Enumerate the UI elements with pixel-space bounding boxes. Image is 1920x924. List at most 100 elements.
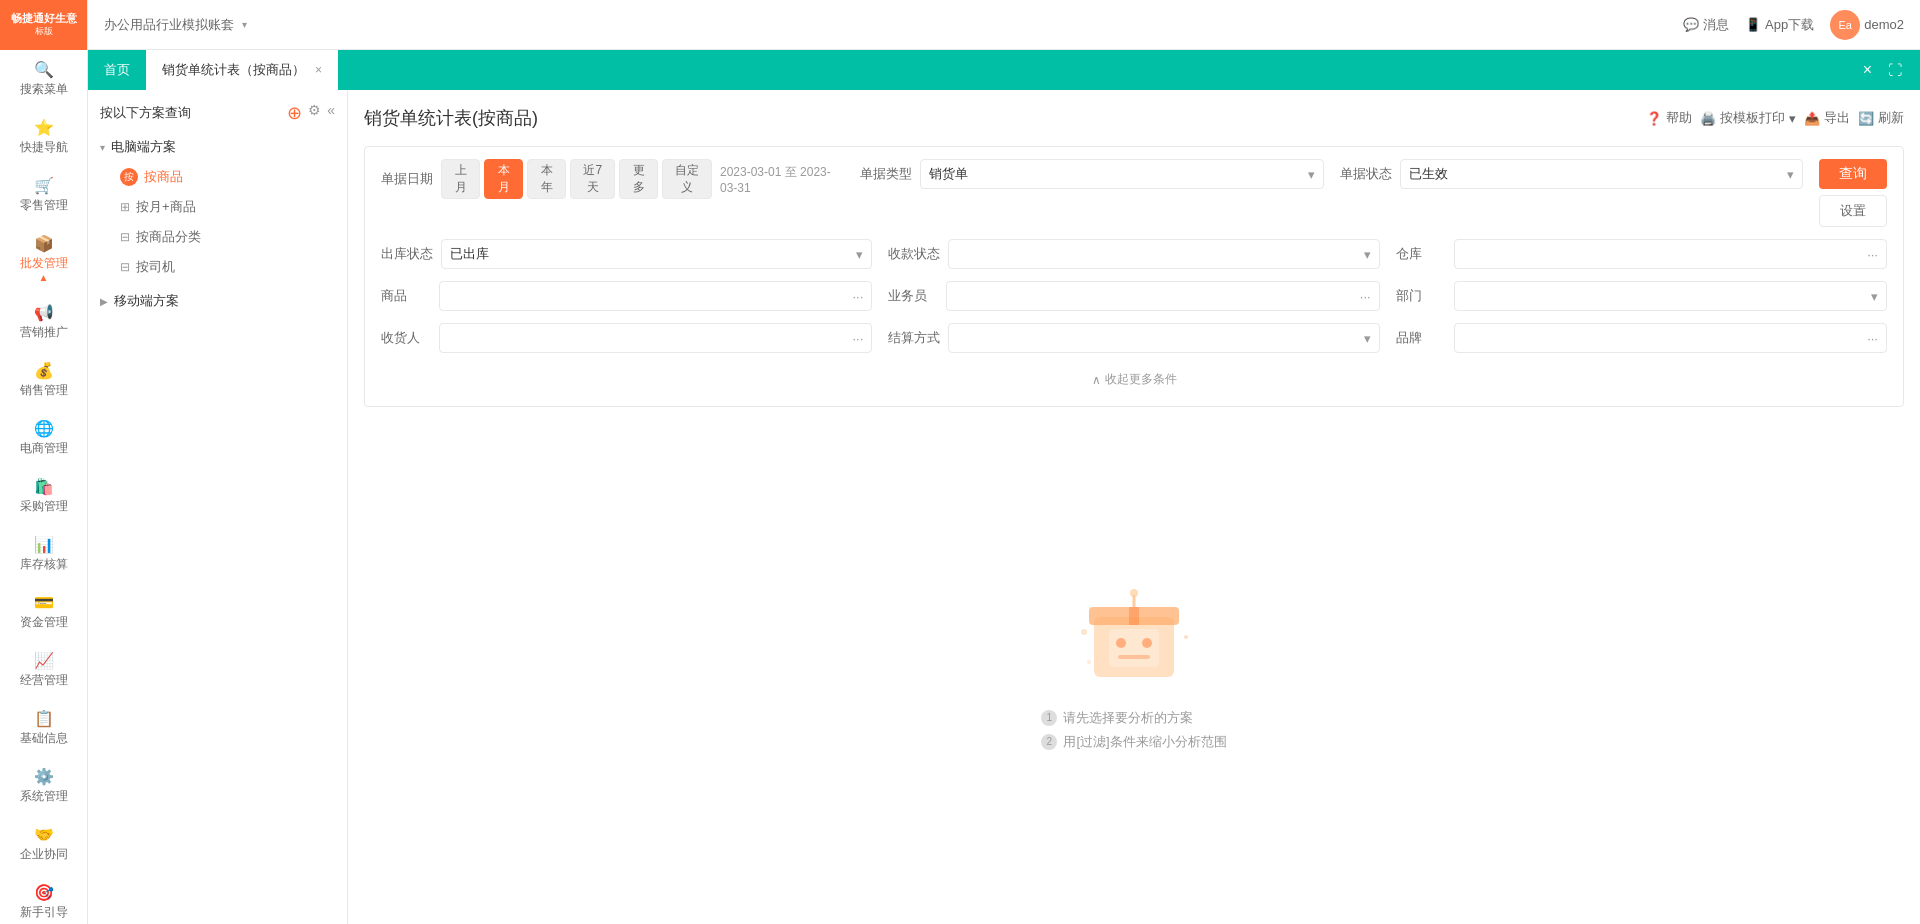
- dots-icon: ···: [852, 331, 863, 346]
- sidebar-item-operations[interactable]: 📈 经营管理: [0, 641, 87, 699]
- collapse-filters-btn[interactable]: ∧ 收起更多条件: [381, 365, 1887, 394]
- tab-close-icon[interactable]: ×: [315, 63, 322, 77]
- print-icon: 🖨️: [1700, 111, 1716, 126]
- collapse-panel-btn[interactable]: «: [327, 102, 335, 124]
- app-title: 办公用品行业模拟账套: [104, 16, 234, 34]
- settings-scheme-btn[interactable]: ⚙: [308, 102, 321, 124]
- sidebar-item-sales[interactable]: 💰 销售管理: [0, 351, 87, 409]
- out-status-value: 已出库: [450, 245, 489, 263]
- out-status-label: 出库状态: [381, 245, 433, 263]
- chevron-down-icon: ▾: [1364, 331, 1371, 346]
- message-btn[interactable]: 💬 消息: [1683, 16, 1729, 34]
- trend-icon: 📈: [34, 651, 54, 670]
- set-btn[interactable]: 设置: [1819, 195, 1887, 227]
- doc-type-select[interactable]: 销货单 ▾: [920, 159, 1323, 189]
- sidebar-item-inventory[interactable]: 📊 库存核算: [0, 525, 87, 583]
- sidebar-item-wholesale[interactable]: 📦 批发管理 ▲: [0, 224, 87, 293]
- window-maximize-btn[interactable]: ⛶: [1882, 60, 1908, 80]
- scheme-item-label: 按月+商品: [136, 198, 196, 216]
- info-icon: 📋: [34, 709, 54, 728]
- date-btn-last-7[interactable]: 近7天: [570, 159, 615, 199]
- sidebar-item-quick-nav[interactable]: ⭐ 快捷导航: [0, 108, 87, 166]
- refresh-btn[interactable]: 🔄 刷新: [1858, 109, 1904, 127]
- date-btn-this-month[interactable]: 本月: [484, 159, 523, 199]
- help-btn[interactable]: ❓ 帮助: [1646, 109, 1692, 127]
- header-left: 办公用品行业模拟账套 ▾: [104, 16, 247, 34]
- doc-type-value: 销货单: [929, 165, 968, 183]
- doc-status-value: 已生效: [1409, 165, 1448, 183]
- sidebar-item-label: 企业协同: [20, 846, 68, 863]
- user-profile[interactable]: Ea demo2: [1830, 10, 1904, 40]
- search-btn[interactable]: 查询: [1819, 159, 1887, 189]
- dept-select[interactable]: ▾: [1454, 281, 1887, 311]
- export-btn[interactable]: 📤 导出: [1804, 109, 1850, 127]
- goods-label: 商品: [381, 287, 431, 305]
- doc-status-select[interactable]: 已生效 ▾: [1400, 159, 1803, 189]
- window-close-btn[interactable]: ×: [1857, 59, 1878, 81]
- mobile-scheme-group-header[interactable]: ▶ 移动端方案: [88, 286, 347, 316]
- date-btn-more[interactable]: 更多: [619, 159, 658, 199]
- goods-input[interactable]: ···: [439, 281, 872, 311]
- sidebar-item-newbie[interactable]: 🎯 新手引导: [0, 873, 87, 924]
- sidebar-item-retail[interactable]: 🛒 零售管理: [0, 166, 87, 224]
- svg-rect-2: [1129, 607, 1139, 625]
- scheme-item-month-goods[interactable]: ⊞ 按月+商品: [88, 192, 347, 222]
- scheme-item-by-cashier[interactable]: ⊟ 按司机: [88, 252, 347, 282]
- dots-icon: ···: [1867, 247, 1878, 262]
- chevron-down-icon: ▾: [100, 142, 105, 153]
- salesperson-input[interactable]: ···: [946, 281, 1379, 311]
- help-icon: ❓: [1646, 111, 1662, 126]
- consignee-input[interactable]: ···: [439, 323, 872, 353]
- tab-sales-stat[interactable]: 销货单统计表（按商品） ×: [146, 50, 338, 90]
- pc-scheme-group-header[interactable]: ▾ 电脑端方案: [88, 132, 347, 162]
- warehouse-input[interactable]: ···: [1454, 239, 1887, 269]
- main-content: 销货单统计表(按商品) ❓ 帮助 🖨️ 按模板打印 ▾ 📤: [348, 90, 1920, 924]
- filter-panel-header: 按以下方案查询 ⊕ ⚙ «: [88, 102, 347, 132]
- sidebar-item-basic-info[interactable]: 📋 基础信息: [0, 699, 87, 757]
- app-download-label: App下载: [1765, 16, 1814, 34]
- out-status-select[interactable]: 已出库 ▾: [441, 239, 872, 269]
- scheme-item-by-goods[interactable]: 按 按商品: [88, 162, 347, 192]
- dots-icon: ···: [852, 289, 863, 304]
- print-btn[interactable]: 🖨️ 按模板打印 ▾: [1700, 109, 1796, 127]
- sidebar-item-ecom[interactable]: 🌐 电商管理: [0, 409, 87, 467]
- consignee-item: 收货人 ···: [381, 323, 872, 353]
- svg-rect-3: [1109, 629, 1159, 667]
- mobile-scheme-group-label: 移动端方案: [114, 292, 179, 310]
- date-btn-last-month[interactable]: 上月: [441, 159, 480, 199]
- tip-num-1: 1: [1041, 710, 1057, 726]
- doc-type-label: 单据类型: [860, 165, 912, 183]
- out-status-item: 出库状态 已出库 ▾: [381, 239, 872, 269]
- salesperson-label: 业务员: [888, 287, 938, 305]
- pc-scheme-group-label: 电脑端方案: [111, 138, 176, 156]
- sidebar-item-label: 批发管理: [20, 255, 68, 272]
- dropdown-arrow-icon[interactable]: ▾: [242, 19, 247, 30]
- handshake-icon: 🤝: [34, 825, 54, 844]
- svg-rect-6: [1118, 655, 1150, 659]
- warehouse-item: 仓库 ···: [1396, 239, 1887, 269]
- sidebar-item-system[interactable]: ⚙️ 系统管理: [0, 757, 87, 815]
- receive-status-select[interactable]: ▾: [948, 239, 1379, 269]
- sidebar-item-purchase[interactable]: 🛍️ 采购管理: [0, 467, 87, 525]
- sidebar-item-label: 搜索菜单: [20, 81, 68, 98]
- sidebar-item-marketing[interactable]: 📢 营销推广: [0, 293, 87, 351]
- sidebar-item-label: 电商管理: [20, 440, 68, 457]
- payment-select[interactable]: ▾: [948, 323, 1379, 353]
- date-btn-this-year[interactable]: 本年: [527, 159, 566, 199]
- chart-icon: 📊: [34, 535, 54, 554]
- sidebar-item-finance[interactable]: 💳 资金管理: [0, 583, 87, 641]
- app-download-btn[interactable]: 📱 App下载: [1745, 16, 1814, 34]
- logo[interactable]: 畅捷通好生意 标版: [0, 0, 87, 50]
- tab-home[interactable]: 首页: [88, 50, 146, 90]
- sidebar-item-enterprise[interactable]: 🤝 企业协同: [0, 815, 87, 873]
- sidebar-item-label: 营销推广: [20, 324, 68, 341]
- date-btn-custom[interactable]: 自定义: [662, 159, 712, 199]
- scheme-icon: ⊞: [120, 200, 130, 214]
- sidebar-item-label: 销售管理: [20, 382, 68, 399]
- expand-icon: ▲: [39, 272, 49, 283]
- sidebar-item-search[interactable]: 🔍 搜索菜单: [0, 50, 87, 108]
- add-scheme-btn[interactable]: ⊕: [287, 102, 302, 124]
- page-actions: ❓ 帮助 🖨️ 按模板打印 ▾ 📤 导出 �: [1646, 109, 1904, 127]
- brand-input[interactable]: ···: [1454, 323, 1887, 353]
- scheme-item-by-category[interactable]: ⊟ 按商品分类: [88, 222, 347, 252]
